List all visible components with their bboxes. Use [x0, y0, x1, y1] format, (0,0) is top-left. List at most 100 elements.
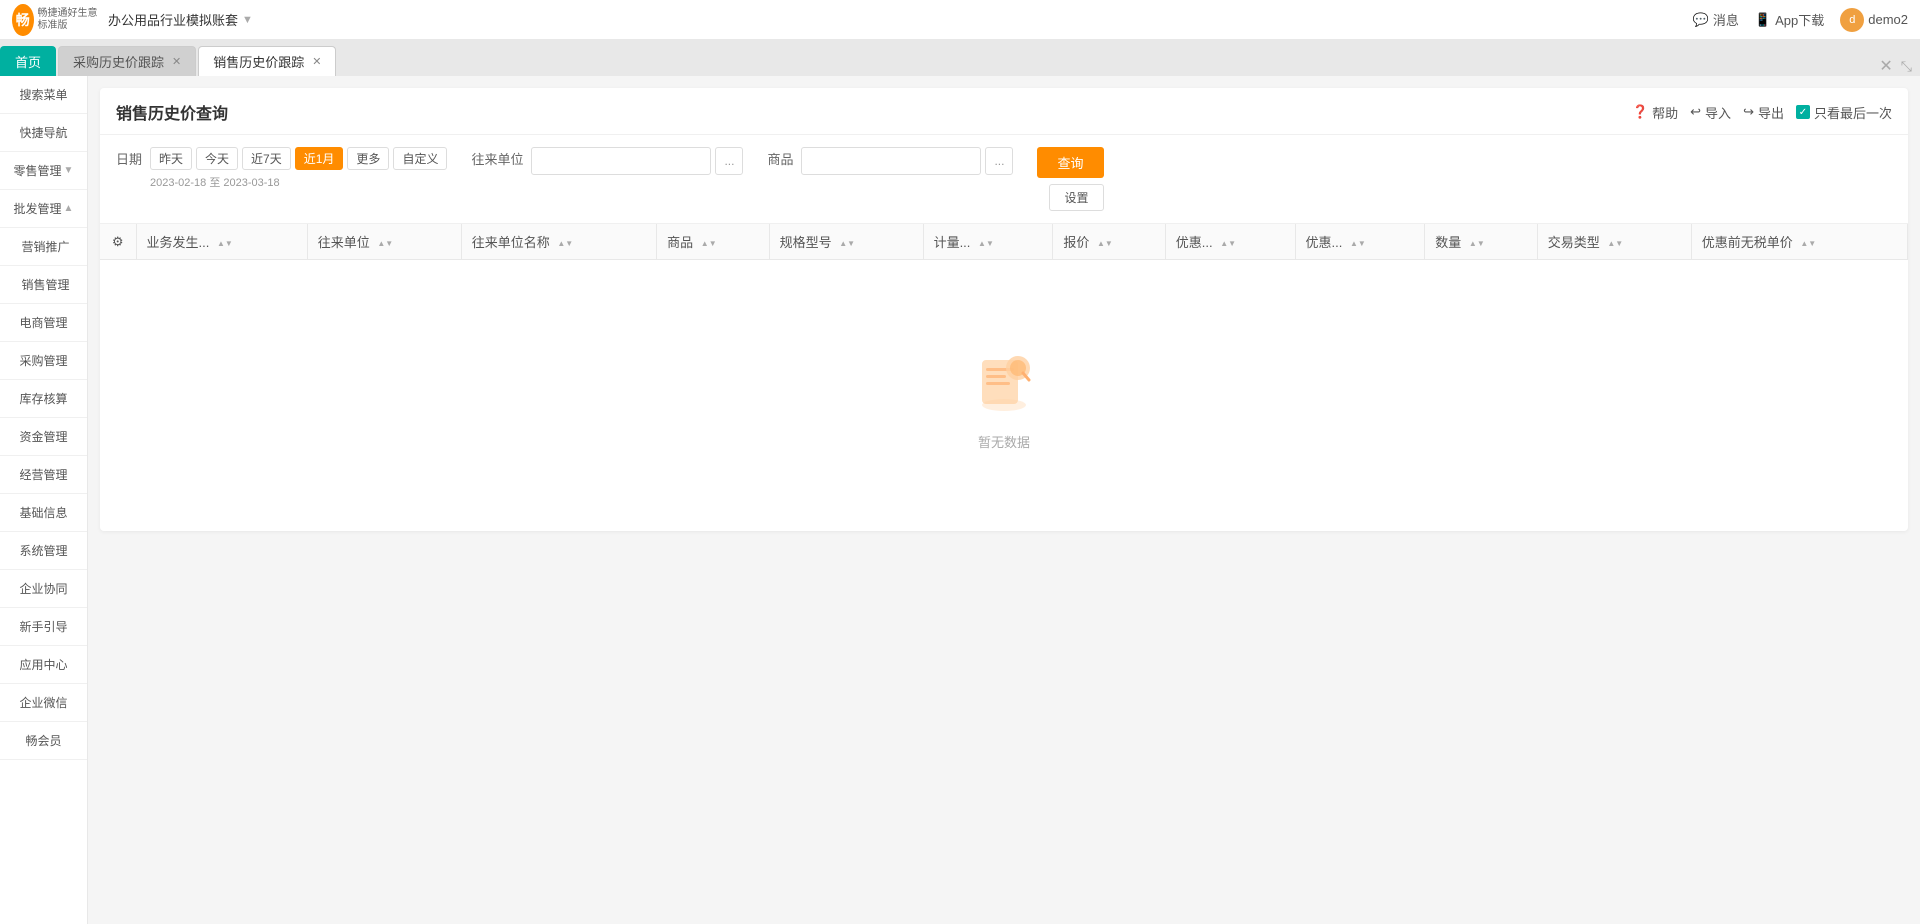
- goods-input-wrap: ...: [801, 147, 1013, 175]
- sort-arrows-spec: ▲▼: [839, 239, 855, 248]
- sidebar-item-finance-mgmt[interactable]: 资金管理: [0, 418, 87, 456]
- date-btn-yesterday[interactable]: 昨天: [150, 147, 192, 170]
- sidebar-item-purchase-mgmt[interactable]: 采购管理: [0, 342, 87, 380]
- sidebar-item-ecommerce-mgmt[interactable]: 电商管理: [0, 304, 87, 342]
- column-partner-code[interactable]: 往来单位 ▲▼: [307, 224, 461, 260]
- header-center: 办公用品行业模拟账套 ▼: [100, 10, 1693, 29]
- window-controls: ✕ ⤡: [1879, 56, 1912, 76]
- column-qty[interactable]: 数量 ▲▼: [1425, 224, 1537, 260]
- tab-sales-history[interactable]: 销售历史价跟踪 ✕: [198, 46, 336, 76]
- sidebar-item-beginner-guide[interactable]: 新手引导: [0, 608, 87, 646]
- goods-input[interactable]: [801, 147, 981, 175]
- app-download-btn[interactable]: 📱 App下载: [1755, 10, 1824, 29]
- user-avatar-btn[interactable]: d demo2: [1840, 8, 1908, 32]
- column-discount1[interactable]: 优惠... ▲▼: [1165, 224, 1295, 260]
- query-action-btns: 查询 设置: [1037, 147, 1103, 211]
- tab-purchase-label: 采购历史价跟踪: [73, 52, 164, 71]
- sidebar-item-search-menu[interactable]: 搜索菜单: [0, 76, 87, 114]
- partner-ellipsis-btn[interactable]: ...: [715, 147, 743, 175]
- date-btn-7days[interactable]: 近7天: [242, 147, 291, 170]
- sort-arrows-price: ▲▼: [1097, 239, 1113, 248]
- partner-filter-group: 往来单位 ...: [471, 147, 743, 175]
- avatar: d: [1840, 8, 1864, 32]
- column-biz-date[interactable]: 业务发生... ▲▼: [136, 224, 307, 260]
- partner-input[interactable]: [531, 147, 711, 175]
- column-partner-name[interactable]: 往来单位名称 ▲▼: [461, 224, 656, 260]
- date-btn-custom[interactable]: 自定义: [393, 147, 447, 170]
- export-btn[interactable]: ↪ 导出: [1743, 103, 1784, 122]
- sidebar-label-basic-info: 基础信息: [19, 506, 67, 520]
- tab-bar-right: ✕ ⤡: [338, 56, 1920, 76]
- date-options: 昨天 今天 近7天 近1月 更多 自定义 2023-02-18 至 2023-0…: [150, 147, 447, 190]
- goods-filter-group: 商品 ...: [767, 147, 1013, 175]
- gear-icon: ⚙: [112, 234, 124, 249]
- date-btn-1month[interactable]: 近1月: [295, 147, 344, 170]
- close-window-icon[interactable]: ✕: [1879, 56, 1892, 76]
- sidebar-label-member: 畅会员: [25, 734, 61, 748]
- column-discount2[interactable]: 优惠... ▲▼: [1295, 224, 1425, 260]
- date-filter-group: 日期 昨天 今天 近7天 近1月 更多 自定义 2023-02-18 至 202…: [116, 147, 447, 190]
- sidebar-label-search-menu: 搜索菜单: [19, 88, 67, 102]
- sort-arrows-goods: ▲▼: [701, 239, 717, 248]
- tab-sales-close-icon[interactable]: ✕: [312, 55, 321, 68]
- message-btn[interactable]: 💬 消息: [1693, 10, 1739, 29]
- help-btn[interactable]: ❓ 帮助: [1632, 103, 1678, 122]
- sidebar-item-marketing[interactable]: 营销推广: [0, 228, 87, 266]
- tab-sales-label: 销售历史价跟踪: [213, 52, 304, 71]
- sidebar-label-ecommerce-mgmt: 电商管理: [19, 316, 67, 330]
- sidebar-item-enterprise-wechat[interactable]: 企业微信: [0, 684, 87, 722]
- title-actions: ❓ 帮助 ↩ 导入 ↪ 导出 ✓ 只看最后一次: [1632, 103, 1892, 122]
- sidebar-item-inventory[interactable]: 库存核算: [0, 380, 87, 418]
- sidebar-item-enterprise-collab[interactable]: 企业协同: [0, 570, 87, 608]
- tab-home-label: 首页: [15, 52, 41, 71]
- sidebar-item-retail-mgmt[interactable]: 零售管理 ▼: [0, 152, 87, 190]
- page-title: 销售历史价查询: [116, 100, 228, 124]
- export-icon: ↪: [1743, 104, 1754, 120]
- sidebar-item-system-mgmt[interactable]: 系统管理: [0, 532, 87, 570]
- sort-arrows-discount2: ▲▼: [1350, 239, 1366, 248]
- sort-arrows-discount1: ▲▼: [1220, 239, 1236, 248]
- tab-purchase-history[interactable]: 采购历史价跟踪 ✕: [58, 46, 196, 76]
- date-range-text: 2023-02-18 至 2023-03-18: [150, 174, 447, 190]
- date-btn-more[interactable]: 更多: [347, 147, 389, 170]
- sidebar-label-marketing: 营销推广: [21, 240, 69, 254]
- sidebar-label-system-mgmt: 系统管理: [19, 544, 67, 558]
- column-gear[interactable]: ⚙: [100, 224, 136, 260]
- sort-arrows-unit: ▲▼: [978, 239, 994, 248]
- maximize-window-icon[interactable]: ⤡: [1901, 58, 1912, 75]
- column-trade-type[interactable]: 交易类型 ▲▼: [1537, 224, 1691, 260]
- sidebar-item-wholesale-mgmt[interactable]: 批发管理 ▲: [0, 190, 87, 228]
- column-goods[interactable]: 商品 ▲▼: [657, 224, 769, 260]
- content-area: 销售历史价查询 ❓ 帮助 ↩ 导入 ↪ 导出 ✓: [88, 76, 1920, 924]
- sidebar-label-wholesale-mgmt: 批发管理: [14, 200, 62, 217]
- sidebar-item-app-center[interactable]: 应用中心: [0, 646, 87, 684]
- tab-home[interactable]: 首页: [0, 46, 56, 76]
- sidebar-label-beginner-guide: 新手引导: [19, 620, 67, 634]
- column-pre-tax-price[interactable]: 优惠前无税单价 ▲▼: [1691, 224, 1907, 260]
- column-unit[interactable]: 计量... ▲▼: [923, 224, 1053, 260]
- date-btn-today[interactable]: 今天: [196, 147, 238, 170]
- sidebar-item-sales-mgmt[interactable]: 销售管理: [0, 266, 87, 304]
- header-dropdown[interactable]: 办公用品行业模拟账套 ▼: [108, 10, 253, 29]
- sidebar-item-basic-info[interactable]: 基础信息: [0, 494, 87, 532]
- column-spec[interactable]: 规格型号 ▲▼: [769, 224, 923, 260]
- sidebar-label-operations-mgmt: 经营管理: [19, 468, 67, 482]
- goods-ellipsis-btn[interactable]: ...: [985, 147, 1013, 175]
- sidebar-label-enterprise-collab: 企业协同: [19, 582, 67, 596]
- sidebar-item-operations-mgmt[interactable]: 经营管理: [0, 456, 87, 494]
- header-right: 💬 消息 📱 App下载 d demo2: [1693, 8, 1908, 32]
- page-card: 销售历史价查询 ❓ 帮助 ↩ 导入 ↪ 导出 ✓: [100, 88, 1908, 531]
- table-header-row: ⚙ 业务发生... ▲▼ 往来单位 ▲▼ 往来单位名称: [100, 224, 1908, 260]
- column-price[interactable]: 报价 ▲▼: [1053, 224, 1165, 260]
- query-btn[interactable]: 查询: [1037, 147, 1103, 178]
- sidebar-label-app-center: 应用中心: [19, 658, 67, 672]
- sidebar-item-quick-nav[interactable]: 快捷导航: [0, 114, 87, 152]
- tab-purchase-close-icon[interactable]: ✕: [172, 55, 181, 68]
- tab-bar: 首页 采购历史价跟踪 ✕ 销售历史价跟踪 ✕ ✕ ⤡: [0, 40, 1920, 76]
- sidebar-label-finance-mgmt: 资金管理: [19, 430, 67, 444]
- only-last-checkbox[interactable]: ✓ 只看最后一次: [1796, 103, 1892, 122]
- table-wrap: ⚙ 业务发生... ▲▼ 往来单位 ▲▼ 往来单位名称: [100, 224, 1908, 531]
- sidebar-item-member[interactable]: 畅会员: [0, 722, 87, 760]
- import-btn[interactable]: ↩ 导入: [1690, 103, 1731, 122]
- settings-btn[interactable]: 设置: [1049, 184, 1103, 211]
